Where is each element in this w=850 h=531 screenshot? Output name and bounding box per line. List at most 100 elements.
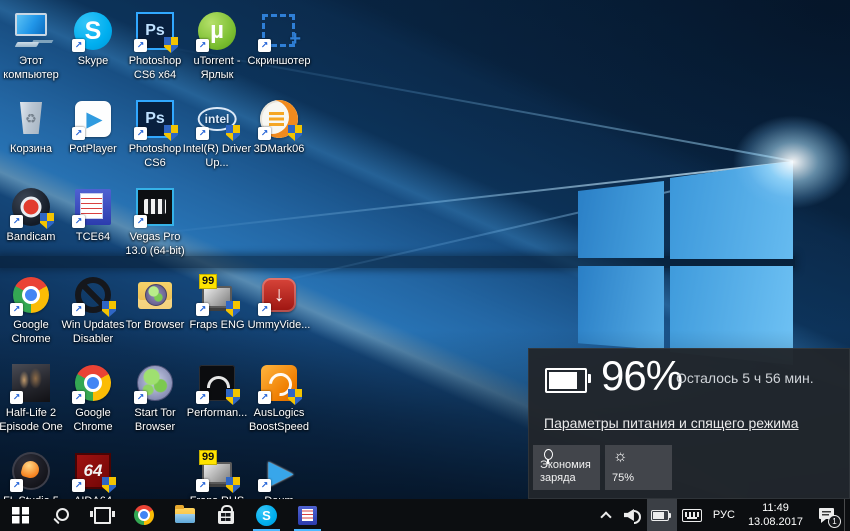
desktop-icon-utorrent[interactable]: uTorrent - Ярлык	[182, 10, 252, 83]
desktop-icon-win-updates-disabler[interactable]: Win Updates Disabler	[58, 274, 128, 347]
desktop-icon-label: AusLogics BoostSpeed	[249, 407, 309, 433]
pin-file-explorer[interactable]	[164, 499, 205, 531]
desktop-icon-google-chrome-1[interactable]: Google Chrome	[0, 274, 66, 347]
search-icon	[53, 507, 70, 524]
battery-quick-actions: Экономия заряда 75%	[533, 445, 672, 490]
desktop-icon-label: uTorrent - Ярлык	[193, 55, 241, 81]
store-icon	[217, 504, 234, 524]
brightness-tile[interactable]: 75%	[605, 445, 672, 490]
taskbar: РУС 11:49 13.08.2017 1	[0, 499, 850, 531]
battery-saver-tile[interactable]: Экономия заряда	[533, 445, 600, 490]
shortcut-overlay-icon	[258, 39, 271, 52]
desktop-icon-art	[10, 450, 52, 492]
volume-button[interactable]	[619, 499, 647, 531]
desktop-icon-label: Vegas Pro 13.0 (64-bit)	[125, 231, 185, 257]
desktop-icon-art	[134, 98, 178, 141]
start-icon	[12, 506, 29, 524]
pin-chrome[interactable]	[123, 499, 164, 531]
shortcut-overlay-icon	[10, 303, 23, 316]
explorer-icon	[174, 504, 195, 523]
desktop-icon-label: Bandicam	[6, 231, 56, 243]
desktop-icon-auslogics-boostspeed[interactable]: AusLogics BoostSpeed	[244, 362, 314, 435]
desktop-icon-label: PotPlayer	[69, 143, 117, 155]
desktop-icon-half-life-2[interactable]: Half-Life 2 Episode One	[0, 362, 66, 435]
desktop-icon-photoshop-cs6[interactable]: Photoshop CS6	[120, 98, 190, 171]
desktop-icon-art	[134, 186, 176, 228]
pin-skype[interactable]	[246, 499, 287, 531]
desktop-icon-label: Start Tor Browser	[134, 407, 176, 433]
desktop-icon-art	[134, 10, 178, 53]
skype-icon	[256, 504, 277, 526]
shortcut-overlay-icon	[196, 391, 209, 404]
desktop-icon-art	[10, 274, 52, 316]
desktop-icon-this-pc[interactable]: Этот компьютер	[0, 10, 66, 83]
desktop-icon-art	[72, 274, 116, 317]
desktop-icon-photoshop-cs6-x64[interactable]: Photoshop CS6 x64	[120, 10, 190, 83]
desktop-icon-vegas-pro[interactable]: Vegas Pro 13.0 (64-bit)	[120, 186, 190, 259]
hidden-icons-chevron[interactable]	[595, 499, 619, 531]
desktop-icon-label: UmmyVide...	[247, 319, 311, 331]
desktop-icon-skype[interactable]: Skype	[58, 10, 128, 69]
language-indicator[interactable]: РУС	[707, 499, 741, 531]
desktop-icon-label: Этот компьютер	[3, 55, 59, 81]
pin-tce64[interactable]	[287, 499, 328, 531]
shortcut-overlay-icon	[258, 127, 271, 140]
shortcut-overlay-icon	[134, 39, 147, 52]
desktop-icon-tor-browser-folder[interactable]: Tor Browser	[120, 274, 190, 333]
desktop-icon-art	[258, 362, 302, 405]
brightness-level-label: 75%	[612, 472, 635, 485]
power-sleep-settings-link[interactable]: Параметры питания и спящего режима	[544, 415, 799, 431]
action-center-button[interactable]: 1	[810, 499, 844, 531]
desktop-icon-performance[interactable]: Performan...	[182, 362, 252, 421]
desktop-icon-tce64[interactable]: TCE64	[58, 186, 128, 245]
desktop-icon-bandicam[interactable]: Bandicam	[0, 186, 66, 245]
desktop-icon-3dmark06[interactable]: 3DMark06	[244, 98, 314, 157]
tce-icon	[298, 505, 317, 525]
desktop-icon-potplayer[interactable]: PotPlayer	[58, 98, 128, 157]
clock-time: 11:49	[762, 501, 789, 514]
desktop-icon-start-tor-browser[interactable]: Start Tor Browser	[120, 362, 190, 435]
shortcut-overlay-icon	[72, 303, 85, 316]
desktop-icon-google-chrome-2[interactable]: Google Chrome	[58, 362, 128, 435]
desktop-icon-art	[10, 186, 54, 229]
desktop-icon-art	[258, 98, 302, 141]
start-button[interactable]	[0, 499, 41, 531]
shortcut-overlay-icon	[10, 479, 23, 492]
battery-remaining-text: Осталось 5 ч 56 мин.	[676, 370, 814, 386]
clock-date: 13.08.2017	[747, 516, 803, 528]
battery-saver-label: Экономия заряда	[540, 458, 591, 485]
desktop-icon-label: Photoshop CS6	[128, 143, 182, 169]
desktop-icon-recycle-bin[interactable]: Корзина	[0, 98, 66, 157]
desktop-icon-label: Скриншотер	[247, 55, 311, 67]
desktop-icon-art	[10, 10, 52, 52]
system-tray: РУС 11:49 13.08.2017 1	[595, 499, 850, 531]
desktop-icon-art	[10, 98, 52, 140]
desktop-icon-label: Tor Browser	[125, 319, 185, 331]
shortcut-overlay-icon	[196, 127, 209, 140]
taskview-icon	[90, 506, 115, 524]
shortcut-overlay-icon	[134, 215, 147, 228]
desktop-icon-art	[258, 10, 301, 52]
taskbar-clock[interactable]: 11:49 13.08.2017	[741, 499, 810, 531]
desktop-icon-ummy-video[interactable]: UmmyVide...	[244, 274, 314, 333]
desktop-icon-screenshoter[interactable]: Скриншотер	[244, 10, 314, 69]
desktop-icon-intel-driver-update[interactable]: Intel(R) Driver Up...	[182, 98, 252, 171]
desktop-icon-fraps-eng[interactable]: Fraps ENG	[182, 274, 252, 333]
shortcut-overlay-icon	[134, 127, 147, 140]
show-desktop-button[interactable]	[844, 499, 850, 531]
battery-percent: 96%	[601, 352, 683, 399]
battery-tray-button[interactable]	[646, 499, 677, 531]
shortcut-overlay-icon	[72, 479, 85, 492]
notification-badge: 1	[828, 515, 841, 528]
desktop-icon-art	[72, 186, 114, 228]
touch-keyboard-button[interactable]	[677, 499, 707, 531]
desktop-icon-label: Photoshop CS6 x64	[128, 55, 182, 81]
desktop-icon-art	[10, 362, 52, 404]
desktop-icon-label: Performan...	[186, 407, 248, 419]
desktop-icon-label: Skype	[77, 55, 109, 67]
task-view-button[interactable]	[82, 499, 123, 531]
desktop-icon-art	[258, 274, 300, 316]
pin-store[interactable]	[205, 499, 246, 531]
search-button[interactable]	[41, 499, 82, 531]
desktop-icon-label: Half-Life 2 Episode One	[0, 407, 63, 433]
